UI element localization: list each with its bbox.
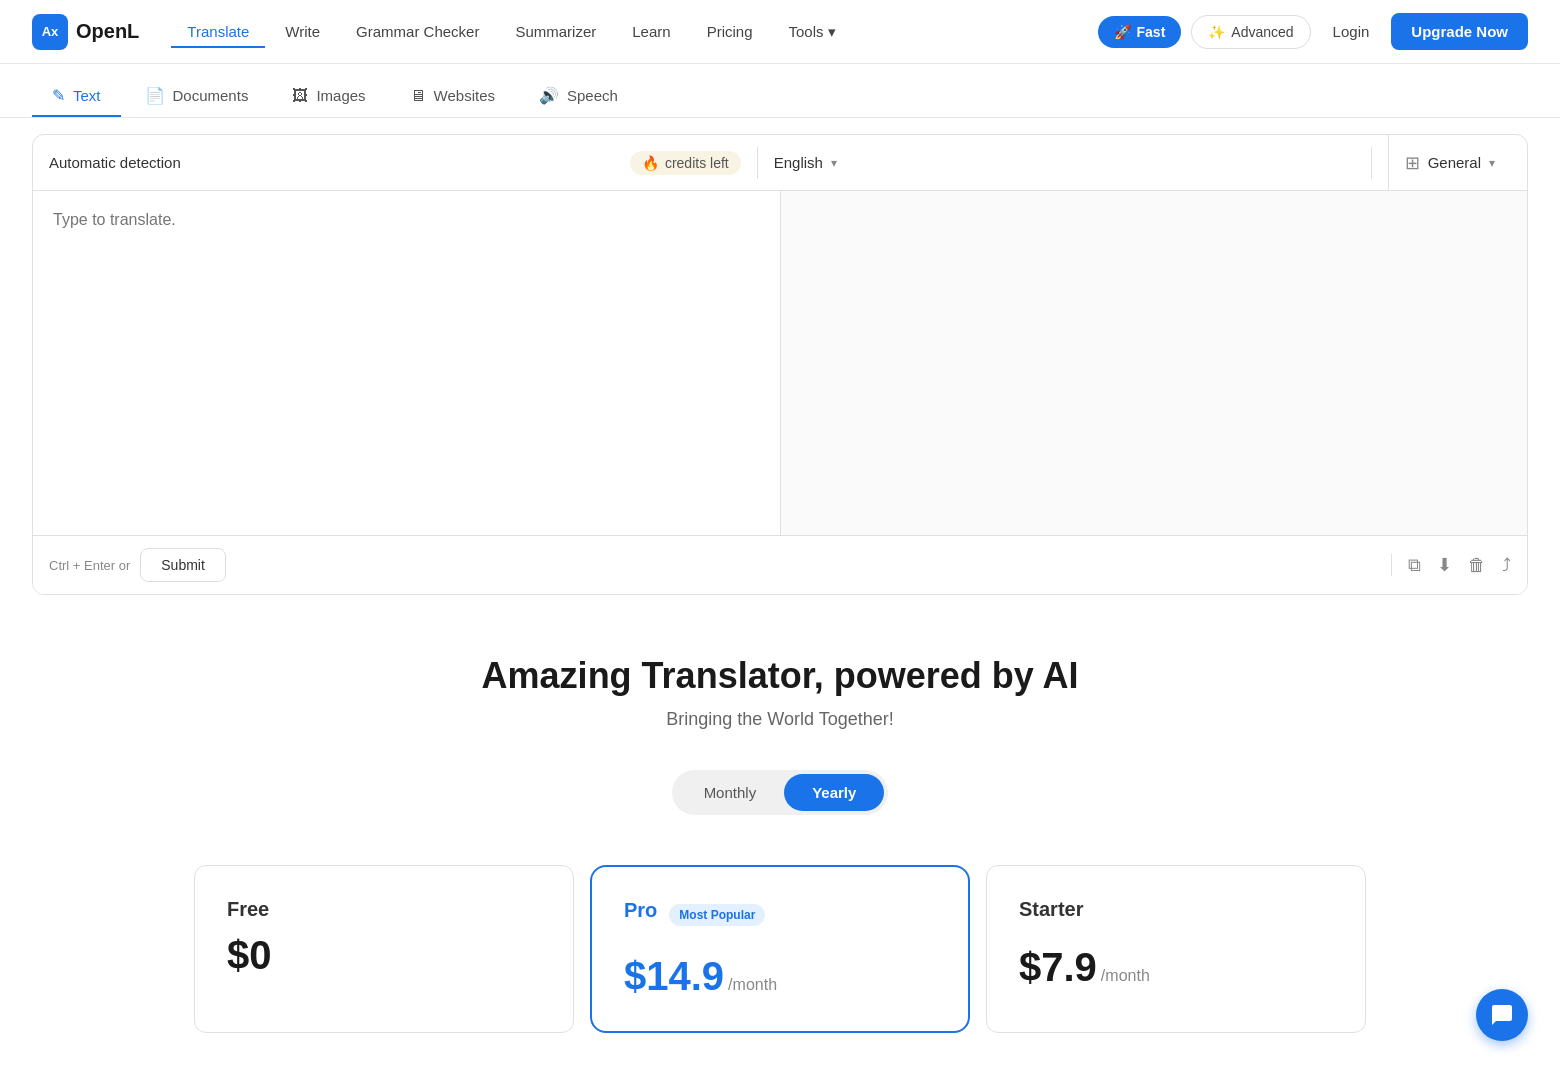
credits-label: credits left	[665, 155, 729, 171]
websites-tab-icon: 🖥	[410, 87, 426, 105]
nav-translate[interactable]: Translate	[171, 15, 265, 48]
tabs-bar: ✎ Text 📄 Documents 🖼 Images 🖥 Websites 🔊…	[0, 64, 1560, 118]
plan-pro-price-row: $14.9 /month	[624, 942, 936, 999]
navbar: Ax OpenL Translate Write Grammar Checker…	[0, 0, 1560, 64]
rocket-icon: 🚀	[1114, 24, 1131, 40]
source-textarea[interactable]	[53, 211, 760, 511]
yearly-toggle[interactable]: Yearly	[784, 774, 884, 811]
header-divider	[757, 147, 758, 179]
plan-starter-price-row: $7.9 /month	[1019, 933, 1333, 990]
plan-starter: Starter $7.9 /month	[986, 865, 1366, 1033]
translator-header: Automatic detection 🔥 credits left Engli…	[33, 135, 1527, 191]
nav-tools[interactable]: Tools ▾	[773, 15, 852, 49]
chat-bubble-button[interactable]	[1476, 989, 1528, 1041]
fast-button[interactable]: 🚀 Fast	[1098, 16, 1182, 48]
plan-starter-title: Starter	[1019, 898, 1333, 921]
text-tab-icon: ✎	[52, 86, 65, 105]
fire-icon: 🔥	[642, 155, 659, 171]
upgrade-button[interactable]: Upgrade Now	[1391, 13, 1528, 50]
shortcut-text: Ctrl + Enter or	[49, 558, 130, 573]
translator-body	[33, 191, 1527, 535]
nav-pricing[interactable]: Pricing	[691, 15, 769, 48]
mode-dropdown-arrow: ▾	[1489, 156, 1495, 170]
tab-speech[interactable]: 🔊 Speech	[519, 76, 638, 117]
nav-links: Translate Write Grammar Checker Summariz…	[171, 15, 851, 49]
plan-pro-title: Pro	[624, 899, 657, 922]
login-button[interactable]: Login	[1321, 15, 1382, 48]
translator-container: Automatic detection 🔥 credits left Engli…	[32, 134, 1528, 595]
translator-section: Automatic detection 🔥 credits left Engli…	[0, 118, 1560, 595]
plan-starter-period: /month	[1101, 967, 1150, 985]
images-tab-icon: 🖼	[292, 87, 308, 105]
pricing-subtitle: Bringing the World Together!	[80, 709, 1480, 730]
documents-tab-icon: 📄	[145, 86, 165, 105]
source-language-label: Automatic detection	[49, 154, 630, 171]
tab-text[interactable]: ✎ Text	[32, 76, 121, 117]
plan-free-price: $0	[227, 933, 541, 978]
plan-pro: Pro Most Popular $14.9 /month	[590, 865, 970, 1033]
nav-summarizer[interactable]: Summarizer	[499, 15, 612, 48]
speech-tab-icon: 🔊	[539, 86, 559, 105]
monthly-toggle[interactable]: Monthly	[676, 774, 785, 811]
chevron-down-icon: ▾	[828, 23, 836, 41]
lang-dropdown-arrow: ▾	[831, 156, 837, 170]
download-icon[interactable]: ⬇	[1437, 554, 1452, 576]
general-select-area[interactable]: ⊞ General ▾	[1388, 135, 1511, 190]
grid-icon: ⊞	[1405, 152, 1420, 174]
nav-learn[interactable]: Learn	[616, 15, 686, 48]
tab-images[interactable]: 🖼 Images	[272, 77, 385, 117]
logo-text: OpenL	[76, 20, 139, 43]
nav-right: 🚀 Fast ✨ Advanced Login Upgrade Now	[1098, 13, 1528, 50]
most-popular-badge: Most Popular	[669, 904, 765, 926]
right-footer-actions: ⧉ ⬇ 🗑 ⤴	[1391, 554, 1511, 576]
share-icon[interactable]: ⤴	[1502, 555, 1511, 576]
plan-free-title: Free	[227, 898, 541, 921]
header-divider2	[1371, 147, 1372, 179]
target-lang-area[interactable]: English ▾	[774, 154, 1355, 171]
source-text-panel	[33, 191, 781, 535]
logo-area[interactable]: Ax OpenL	[32, 14, 139, 50]
plan-pro-period: /month	[728, 976, 777, 994]
mode-label: General	[1428, 154, 1481, 171]
plan-starter-price: $7.9	[1019, 945, 1097, 990]
plan-pro-header: Pro Most Popular	[624, 899, 936, 930]
nav-grammar[interactable]: Grammar Checker	[340, 15, 495, 48]
billing-toggle: Monthly Yearly	[672, 770, 889, 815]
source-lang-area: Automatic detection	[49, 154, 630, 171]
credits-badge: 🔥 credits left	[630, 151, 741, 175]
target-text-panel	[781, 191, 1528, 535]
translator-footer: Ctrl + Enter or Submit ⧉ ⬇ 🗑 ⤴	[33, 535, 1527, 594]
nav-write[interactable]: Write	[269, 15, 336, 48]
sparkle-icon: ✨	[1208, 24, 1225, 40]
pricing-title: Amazing Translator, powered by AI	[80, 655, 1480, 697]
logo-icon: Ax	[32, 14, 68, 50]
pricing-cards: Free $0 Pro Most Popular $14.9 /month St…	[80, 865, 1480, 1033]
tab-websites[interactable]: 🖥 Websites	[390, 77, 515, 117]
copy-icon[interactable]: ⧉	[1408, 555, 1421, 576]
tab-documents[interactable]: 📄 Documents	[125, 76, 269, 117]
submit-button[interactable]: Submit	[140, 548, 226, 582]
delete-icon[interactable]: 🗑	[1468, 555, 1486, 576]
pricing-section: Amazing Translator, powered by AI Bringi…	[0, 595, 1560, 1073]
target-language-label: English	[774, 154, 823, 171]
advanced-button[interactable]: ✨ Advanced	[1191, 15, 1310, 49]
plan-free: Free $0	[194, 865, 574, 1033]
plan-pro-price: $14.9	[624, 954, 724, 999]
